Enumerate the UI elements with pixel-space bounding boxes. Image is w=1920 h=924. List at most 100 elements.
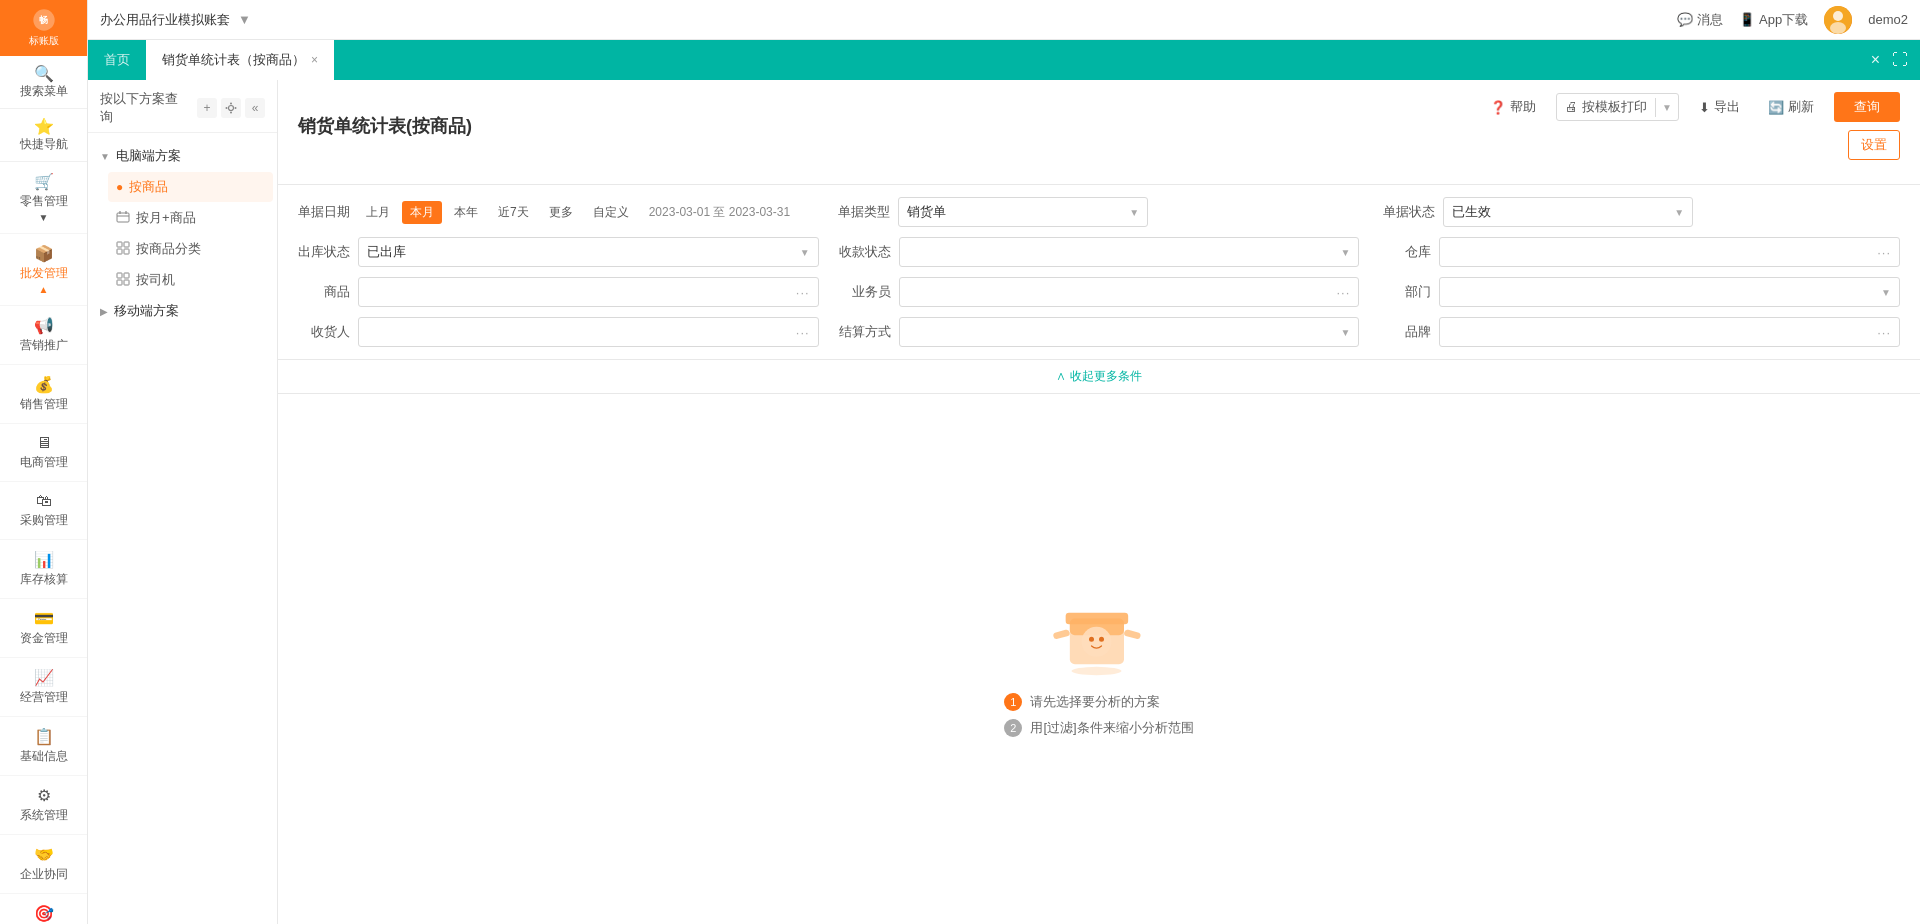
out-status-label: 出库状态 [298, 243, 350, 261]
username[interactable]: demo2 [1868, 12, 1908, 27]
month-product-icon [116, 210, 130, 227]
sidebar-item-enterprise[interactable]: 🤝 企业协同 [0, 835, 87, 894]
settings-icon [225, 102, 237, 114]
sidebar-item-system[interactable]: ⚙ 系统管理 [0, 776, 87, 835]
collapse-conditions-btn[interactable]: ∧ 收起更多条件 [278, 360, 1920, 394]
product-input[interactable]: ··· [358, 277, 819, 307]
doc-type-arrow: ▼ [1129, 207, 1139, 218]
print-main-btn[interactable]: 🖨 按模板打印 [1557, 94, 1655, 120]
svg-point-4 [1830, 22, 1846, 34]
print-btn-group: 🖨 按模板打印 ▼ [1556, 93, 1679, 121]
svg-rect-16 [117, 249, 122, 254]
tabbar: 首页 销货单统计表（按商品） × × ⛶ [88, 40, 1920, 80]
export-btn[interactable]: ⬇ 导出 [1691, 94, 1748, 120]
topbar-dropdown-arrow[interactable]: ▼ [238, 12, 251, 27]
tab-home[interactable]: 首页 [88, 40, 146, 80]
receiver-dots: ··· [796, 325, 810, 340]
print-dropdown-btn[interactable]: ▼ [1655, 98, 1678, 117]
payment-select[interactable]: ▼ [899, 237, 1360, 267]
topbar-title: 办公用品行业模拟账套 [100, 11, 230, 29]
date-opt-custom[interactable]: 自定义 [585, 201, 637, 224]
marketing-icon: 📢 [34, 316, 54, 335]
doc-status-label: 单据状态 [1383, 203, 1435, 221]
sidebar-item-marketing[interactable]: 📢 营销推广 [0, 306, 87, 365]
help-btn[interactable]: ❓ 帮助 [1482, 94, 1544, 120]
filter-panel-title: 按以下方案查询 [100, 90, 189, 126]
date-opt-this-month[interactable]: 本月 [402, 201, 442, 224]
empty-tip-1: 1 请先选择要分析的方案 [1004, 693, 1193, 711]
sidebar-item-finance[interactable]: 💳 资金管理 [0, 599, 87, 658]
tree-item-by-product[interactable]: ● 按商品 [108, 172, 273, 202]
empty-tip-2: 2 用[过滤]条件来缩小分析范围 [1004, 719, 1193, 737]
doc-status-select[interactable]: 已生效 ▼ [1443, 197, 1693, 227]
tab-active[interactable]: 销货单统计表（按商品） × [146, 40, 334, 80]
sidebar-quick-nav[interactable]: ⭐ 快捷导航 [0, 109, 87, 162]
tab-controls: × ⛶ [1867, 49, 1920, 71]
sidebar-item-sales[interactable]: 💰 销售管理 [0, 365, 87, 424]
tree-item-by-category[interactable]: 按商品分类 [108, 234, 273, 264]
svg-rect-10 [117, 213, 129, 222]
sidebar-search[interactable]: 🔍 搜索菜单 [0, 56, 87, 109]
sidebar-item-wholesale[interactable]: 📦 批发管理 ▲ [0, 234, 87, 306]
receiver-field: 收货人 ··· [298, 317, 819, 347]
tree-item-by-month-product[interactable]: 按月+商品 [108, 203, 273, 233]
retail-arrow: ▼ [39, 212, 49, 223]
svg-point-26 [1089, 637, 1094, 642]
salesperson-input[interactable]: ··· [899, 277, 1360, 307]
logo-text: 标账版 [29, 34, 59, 48]
receiver-input[interactable]: ··· [358, 317, 819, 347]
message-btn[interactable]: 💬 消息 [1677, 11, 1723, 29]
filter-panel-settings-btn[interactable] [221, 98, 241, 118]
out-status-select[interactable]: 已出库 ▼ [358, 237, 819, 267]
filter-row-2: 出库状态 已出库 ▼ 收款状态 ▼ 仓库 [298, 237, 1900, 267]
sidebar-item-operation[interactable]: 📈 经营管理 [0, 658, 87, 717]
tab-close-btn[interactable]: × [311, 53, 318, 67]
print-icon: 🖨 [1565, 99, 1578, 114]
date-opt-last-month[interactable]: 上月 [358, 201, 398, 224]
filter-row-4: 收货人 ··· 结算方式 ▼ 品牌 [298, 317, 1900, 347]
brand-input[interactable]: ··· [1439, 317, 1900, 347]
sidebar-item-base[interactable]: 📋 基础信息 [0, 717, 87, 776]
operation-icon: 📈 [34, 668, 54, 687]
settlement-select[interactable]: ▼ [899, 317, 1360, 347]
logo-area: 畅 标账版 [0, 0, 87, 56]
dept-select[interactable]: ▼ [1439, 277, 1900, 307]
category-icon [116, 241, 130, 258]
date-opt-7days[interactable]: 近7天 [490, 201, 537, 224]
sidebar-item-ecommerce[interactable]: 🖥 电商管理 [0, 424, 87, 482]
date-opt-this-year[interactable]: 本年 [446, 201, 486, 224]
salesperson-dots: ··· [1337, 285, 1351, 300]
refresh-btn[interactable]: 🔄 刷新 [1760, 94, 1822, 120]
settings-button[interactable]: 设置 [1848, 130, 1900, 160]
svg-point-5 [229, 106, 234, 111]
sidebar-item-newguide[interactable]: 🎯 新手引导 [0, 894, 87, 924]
tree-group-mobile-header[interactable]: ▶ 移动端方案 [88, 296, 277, 326]
filter-panel-collapse-btn[interactable]: « [245, 98, 265, 118]
date-range: 2023-03-01 至 2023-03-31 [649, 204, 790, 221]
tip-num-1: 1 [1004, 693, 1022, 711]
tab-close-window-btn[interactable]: × [1867, 49, 1884, 71]
message-icon: 💬 [1677, 12, 1693, 27]
filter-panel-add-btn[interactable]: + [197, 98, 217, 118]
tree-group-desktop: ▼ 电脑端方案 ● 按商品 按月+商品 [88, 141, 277, 295]
doc-type-select[interactable]: 销货单 ▼ [898, 197, 1148, 227]
retail-icon: 🛒 [34, 172, 54, 191]
filter-row-3: 商品 ··· 业务员 ··· 部门 [298, 277, 1900, 307]
sidebar-item-retail[interactable]: 🛒 零售管理 ▼ [0, 162, 87, 234]
empty-tips: 1 请先选择要分析的方案 2 用[过滤]条件来缩小分析范围 [1004, 693, 1193, 737]
svg-rect-24 [1066, 613, 1129, 625]
date-opt-more[interactable]: 更多 [541, 201, 581, 224]
query-button[interactable]: 查询 [1834, 92, 1900, 122]
sidebar-item-inventory[interactable]: 📊 库存核算 [0, 540, 87, 599]
tree-item-by-cashier[interactable]: 按司机 [108, 265, 273, 295]
app-download-btn[interactable]: 📱 App下载 [1739, 11, 1808, 29]
warehouse-input[interactable]: ··· [1439, 237, 1900, 267]
payment-label: 收款状态 [839, 243, 891, 261]
brand-label: 品牌 [1379, 323, 1431, 341]
user-avatar[interactable] [1824, 6, 1852, 34]
sidebar-item-purchase[interactable]: 🛍 采购管理 [0, 482, 87, 540]
tree-group-desktop-header[interactable]: ▼ 电脑端方案 [88, 141, 277, 171]
filter-tree: ▼ 电脑端方案 ● 按商品 按月+商品 [88, 133, 277, 924]
tab-fullscreen-btn[interactable]: ⛶ [1888, 49, 1912, 71]
filter-panel-icons: + « [197, 98, 265, 118]
